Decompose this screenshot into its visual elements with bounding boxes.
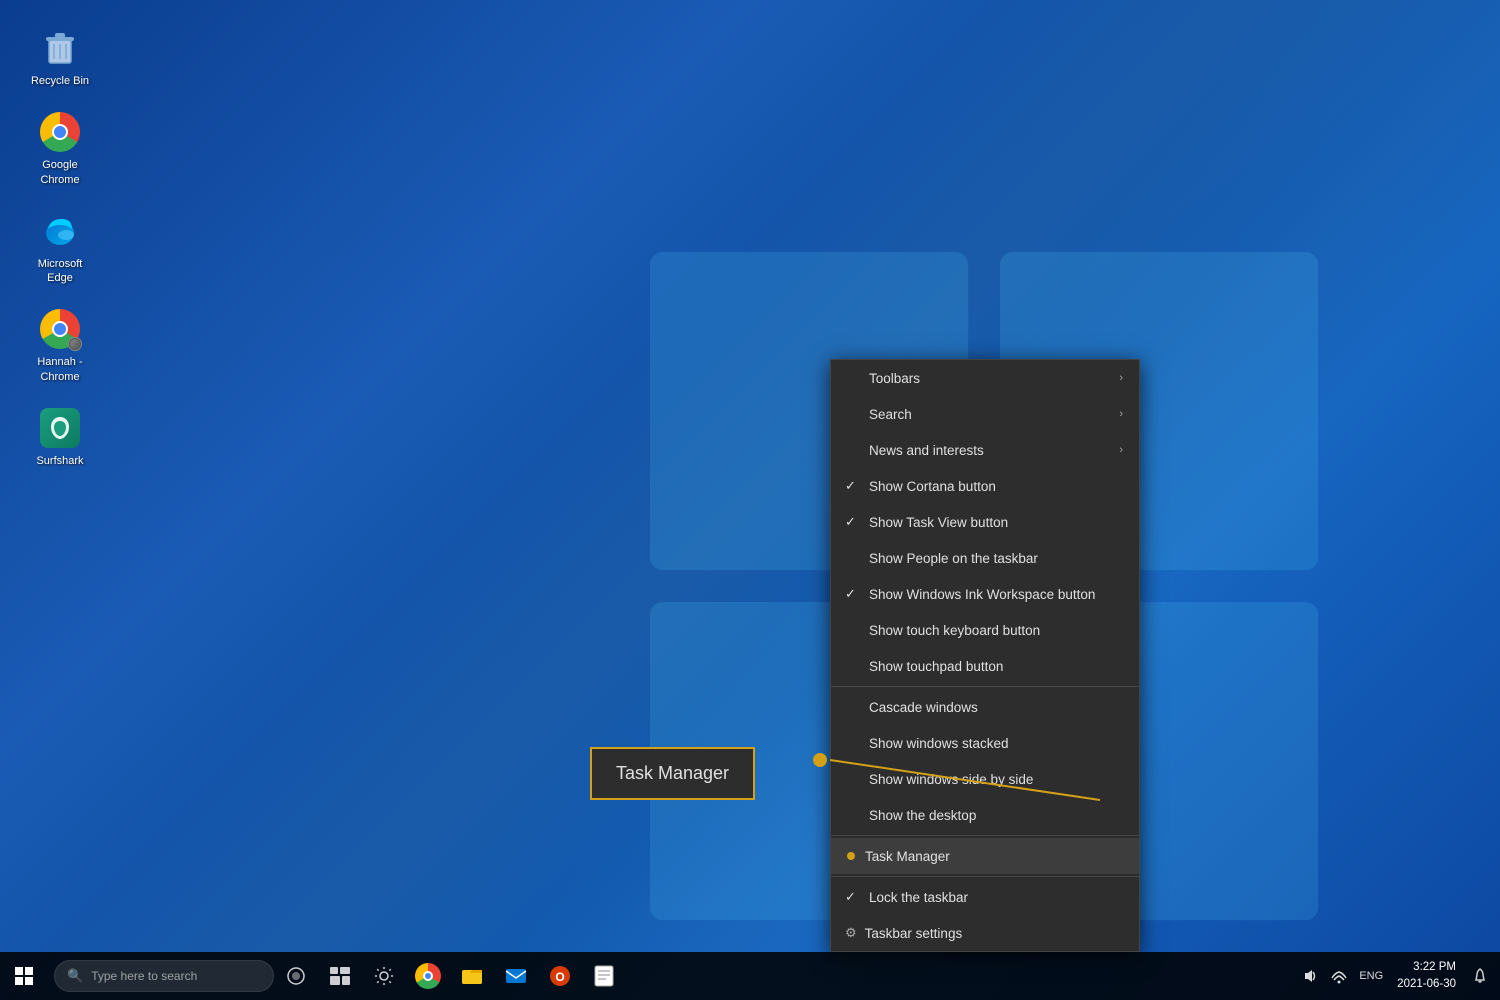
menu-item-label: Toolbars — [869, 371, 920, 386]
menu-item-show-cortana[interactable]: ✓ Show Cortana button — [831, 468, 1139, 504]
menu-item-cascade[interactable]: ✓Cascade windows — [831, 689, 1139, 725]
taskbar-notes-icon — [591, 963, 617, 989]
check-mark: ✓ — [845, 478, 863, 494]
submenu-arrow-icon: › — [1119, 372, 1123, 384]
menu-item-label: Taskbar settings — [865, 926, 963, 941]
menu-item-taskbar-settings[interactable]: ⚙ Taskbar settings — [831, 915, 1139, 951]
language-indicator[interactable]: ENG — [1353, 952, 1389, 1000]
menu-item-label: Show windows side by side — [869, 772, 1033, 787]
check-mark: ✓ — [845, 514, 863, 530]
desktop-icon-surfshark[interactable]: Surfshark — [20, 400, 100, 474]
menu-item-news-interests[interactable]: ✓News and interests› — [831, 432, 1139, 468]
taskbar-chrome-icon — [415, 963, 441, 989]
menu-item-label: Show touchpad button — [869, 659, 1003, 674]
menu-item-label: Show the desktop — [869, 808, 976, 823]
desktop-icons-container: Recycle Bin Google Chrome — [20, 20, 100, 474]
hannah-chrome-label: Hannah - Chrome — [26, 355, 94, 384]
gear-icon: ⚙ — [845, 925, 857, 941]
language-label: ENG — [1359, 970, 1383, 982]
check-mark: ✓ — [845, 586, 863, 602]
taskbar-office-icon: O — [547, 963, 573, 989]
surfshark-label: Surfshark — [36, 454, 83, 468]
bullet-indicator — [847, 852, 855, 860]
menu-item-label: Cascade windows — [869, 700, 978, 715]
start-button[interactable] — [0, 952, 48, 1000]
task-view-icon — [330, 967, 350, 985]
taskbar-mail-app[interactable] — [494, 952, 538, 1000]
menu-item-label: Show Windows Ink Workspace button — [869, 587, 1095, 602]
cortana-button[interactable] — [274, 952, 318, 1000]
surfshark-icon — [38, 406, 82, 450]
search-icon: 🔍 — [67, 968, 83, 984]
taskbar-file-explorer-icon — [459, 963, 485, 989]
taskbar-mail-icon — [503, 963, 529, 989]
menu-divider — [831, 835, 1139, 836]
settings-taskbar-button[interactable] — [362, 952, 406, 1000]
desktop-icon-microsoft-edge[interactable]: Microsoft Edge — [20, 203, 100, 292]
menu-item-label: Show People on the taskbar — [869, 551, 1038, 566]
desktop-icon-recycle-bin[interactable]: Recycle Bin — [20, 20, 100, 94]
clock-time: 3:22 PM — [1413, 959, 1456, 976]
menu-item-lock-taskbar[interactable]: ✓ Lock the taskbar — [831, 879, 1139, 915]
menu-item-label: Task Manager — [865, 849, 950, 864]
taskbar-search[interactable]: 🔍 Type here to search — [54, 960, 274, 992]
menu-item-show-touchpad[interactable]: ✓Show touchpad button — [831, 648, 1139, 684]
submenu-arrow-icon: › — [1119, 408, 1123, 420]
system-clock[interactable]: 3:22 PM 2021-06-30 — [1389, 952, 1464, 1000]
taskbar-notes-app[interactable] — [582, 952, 626, 1000]
microsoft-edge-icon — [38, 209, 82, 253]
google-chrome-label: Google Chrome — [26, 158, 94, 187]
taskbar: 🔍 Type here to search — [0, 952, 1500, 1000]
menu-item-label: Search — [869, 407, 912, 422]
menu-item-label: Show touch keyboard button — [869, 623, 1040, 638]
menu-item-show-task-view[interactable]: ✓ Show Task View button — [831, 504, 1139, 540]
menu-divider — [831, 876, 1139, 877]
submenu-arrow-icon: › — [1119, 444, 1123, 456]
taskbar-chrome-app[interactable] — [406, 952, 450, 1000]
network-icon[interactable] — [1325, 952, 1353, 1000]
menu-item-show-ink[interactable]: ✓ Show Windows Ink Workspace button — [831, 576, 1139, 612]
settings-icon — [373, 965, 395, 987]
recycle-bin-label: Recycle Bin — [31, 74, 89, 88]
taskbar-file-explorer-app[interactable] — [450, 952, 494, 1000]
taskbar-office-app[interactable]: O — [538, 952, 582, 1000]
microsoft-edge-label: Microsoft Edge — [26, 257, 94, 286]
menu-item-label: Show windows stacked — [869, 736, 1009, 751]
svg-text:O: O — [555, 970, 564, 984]
menu-item-toolbars[interactable]: ✓Toolbars› — [831, 360, 1139, 396]
menu-divider — [831, 686, 1139, 687]
system-tray: ENG 3:22 PM 2021-06-30 — [1293, 952, 1500, 1000]
task-view-button[interactable] — [318, 952, 362, 1000]
menu-item-show-touch-kb[interactable]: ✓Show touch keyboard button — [831, 612, 1139, 648]
menu-item-label: Show Task View button — [869, 515, 1008, 530]
menu-item-label: Lock the taskbar — [869, 890, 968, 905]
menu-item-label: Show Cortana button — [869, 479, 996, 494]
menu-item-show-desktop[interactable]: ✓Show the desktop — [831, 797, 1139, 833]
search-placeholder: Type here to search — [91, 969, 197, 983]
notification-button[interactable] — [1464, 952, 1496, 1000]
menu-item-label: News and interests — [869, 443, 984, 458]
task-manager-tooltip: Task Manager — [590, 747, 755, 800]
recycle-bin-icon — [38, 26, 82, 70]
desktop-icon-hannah-chrome[interactable]: Hannah - Chrome — [20, 301, 100, 390]
tooltip-label: Task Manager — [616, 763, 729, 783]
menu-item-task-manager[interactable]: Task Manager — [831, 838, 1139, 874]
menu-item-search[interactable]: ✓Search› — [831, 396, 1139, 432]
desktop: Recycle Bin Google Chrome — [0, 0, 1500, 1000]
desktop-icon-google-chrome[interactable]: Google Chrome — [20, 104, 100, 193]
check-mark: ✓ — [845, 889, 863, 905]
clock-date: 2021-06-30 — [1397, 976, 1456, 993]
menu-item-stacked[interactable]: ✓Show windows stacked — [831, 725, 1139, 761]
google-chrome-icon — [38, 110, 82, 154]
hannah-chrome-icon — [38, 307, 82, 351]
windows-logo-icon — [15, 967, 33, 985]
menu-item-show-people[interactable]: ✓Show People on the taskbar — [831, 540, 1139, 576]
context-menu: ✓Toolbars›✓Search›✓News and interests›✓S… — [830, 359, 1140, 952]
tray-icons-container: ENG — [1297, 952, 1389, 1000]
menu-item-side-by-side[interactable]: ✓Show windows side by side — [831, 761, 1139, 797]
cortana-icon — [286, 966, 306, 986]
volume-icon[interactable] — [1297, 952, 1325, 1000]
